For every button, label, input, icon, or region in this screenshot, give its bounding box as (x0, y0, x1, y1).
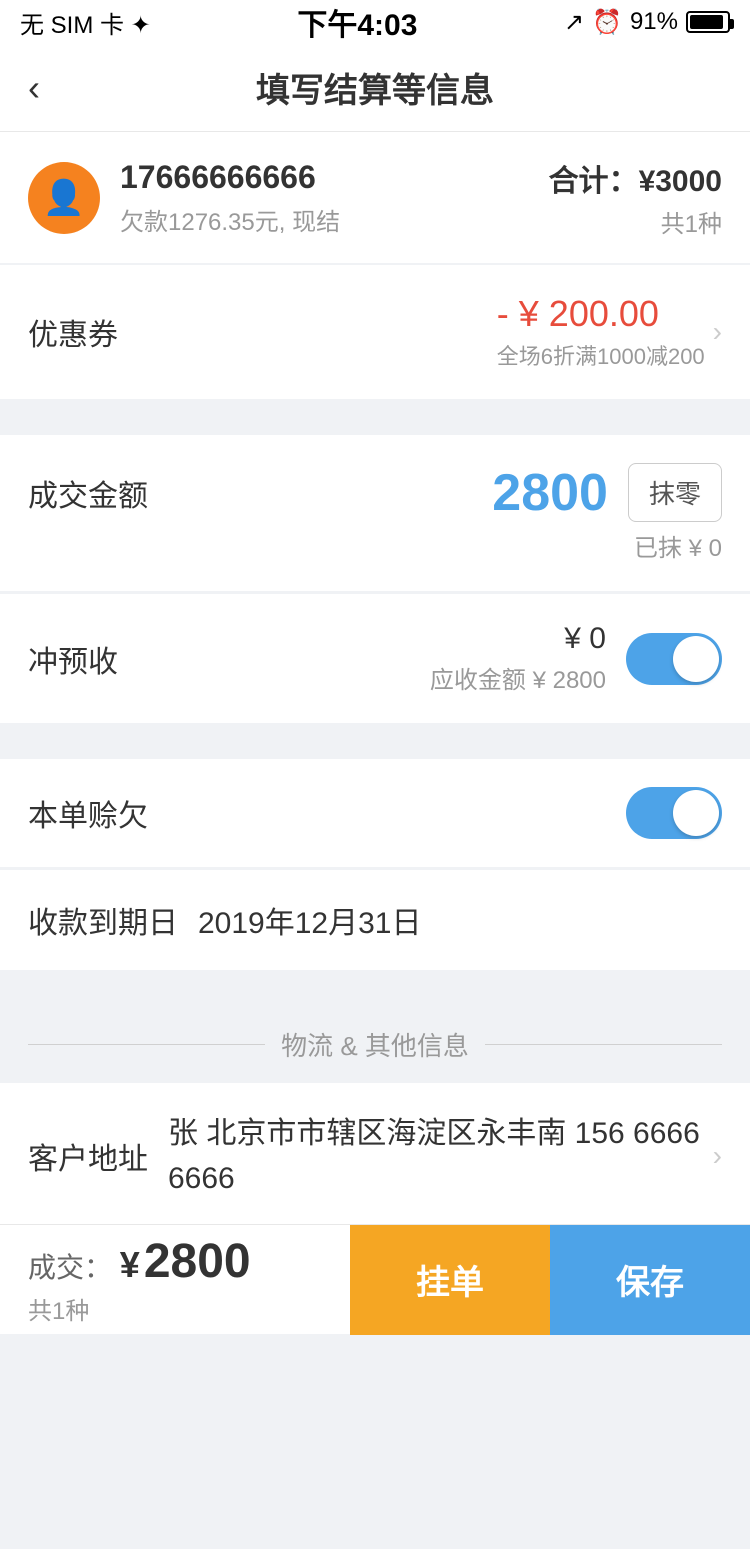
coupon-chevron-icon: › (713, 316, 722, 348)
prepay-right: ¥ 0 应收金额 ¥ 2800 (430, 622, 722, 695)
deal-section: 成交金额 2800 抹零 已抹 ¥ 0 (0, 435, 750, 591)
battery-percent: 91% (630, 8, 678, 36)
bottom-bar: 成交： ¥2800 共1种 挂单 保存 (0, 1224, 750, 1334)
user-card: 👤 17666666666 欠款1276.35元, 现结 合计：¥3000 共1… (0, 132, 750, 263)
nav-bar: ‹ 填写结算等信息 (0, 44, 750, 132)
user-phone: 17666666666 (120, 159, 340, 196)
coupon-label: 优惠券 (28, 310, 118, 354)
divider-line-right (485, 1044, 722, 1045)
coupon-info: - ¥ 200.00 全场6折满1000减200 (497, 293, 705, 371)
content-area: 👤 17666666666 欠款1276.35元, 现结 合计：¥3000 共1… (0, 132, 750, 1549)
user-left: 👤 17666666666 欠款1276.35元, 现结 (28, 159, 340, 237)
address-chevron-icon: › (713, 1140, 722, 1172)
bottom-count: 共1种 (28, 1291, 322, 1326)
prepay-sub: 应收金额 ¥ 2800 (430, 660, 606, 695)
battery-icon (686, 11, 730, 33)
avatar-icon: 👤 (43, 178, 85, 218)
bottom-summary: 成交： ¥2800 共1种 (0, 1234, 350, 1326)
total-label: 合计： (549, 165, 639, 198)
logistics-label: 物流 & 其他信息 (281, 1026, 469, 1063)
debit-section: 本单赊欠 (0, 759, 750, 867)
debit-label: 本单赊欠 (28, 791, 148, 835)
prepay-label: 冲预收 (28, 637, 118, 681)
total-amount: 合计：¥3000 (549, 156, 722, 200)
coupon-row[interactable]: 优惠券 - ¥ 200.00 全场6折满1000减200 › (0, 265, 750, 399)
battery-fill (690, 15, 723, 29)
address-section[interactable]: 客户地址 张 北京市市辖区海淀区永丰南 156 6666 6666 › (0, 1083, 750, 1229)
gray-divider-2 (0, 723, 750, 743)
bottom-amount: 2800 (144, 1235, 251, 1288)
bottom-deal-row: 成交： ¥2800 (28, 1234, 322, 1289)
status-time: 下午4:03 (297, 0, 417, 44)
prepay-value-block: ¥ 0 应收金额 ¥ 2800 (430, 622, 606, 695)
total-count: 共1种 (549, 204, 722, 239)
coupon-right: - ¥ 200.00 全场6折满1000减200 › (497, 293, 722, 371)
back-button[interactable]: ‹ (28, 67, 40, 109)
status-bar: 无 SIM 卡 ✦ 下午4:03 ↗ ⏰ 91% (0, 0, 750, 44)
debit-toggle-knob (673, 790, 719, 836)
status-left: 无 SIM 卡 ✦ (20, 5, 151, 40)
prepay-row: 冲预收 ¥ 0 应收金额 ¥ 2800 (28, 622, 722, 695)
coupon-desc: 全场6折满1000减200 (497, 339, 705, 371)
hang-order-button[interactable]: 挂单 (350, 1225, 550, 1335)
due-date-label: 收款到期日 (28, 898, 178, 942)
status-right: ↗ ⏰ 91% (564, 8, 730, 37)
round-zero-button[interactable]: 抹零 (628, 463, 722, 522)
address-content: 张 北京市市辖区海淀区永丰南 156 6666 6666 (168, 1111, 713, 1201)
divider-line-left (28, 1044, 265, 1045)
user-total: 合计：¥3000 共1种 (549, 156, 722, 239)
alarm-icon: ⏰ (592, 8, 622, 37)
prepay-amount: ¥ 0 (430, 622, 606, 656)
prepay-section: 冲预收 ¥ 0 应收金额 ¥ 2800 (0, 593, 750, 723)
bottom-currency: ¥ (120, 1244, 140, 1285)
due-date-section: 收款到期日 2019年12月31日 (0, 869, 750, 970)
deal-value-area: 2800 抹零 (492, 463, 722, 522)
debit-toggle[interactable] (626, 787, 722, 839)
user-info: 17666666666 欠款1276.35元, 现结 (120, 159, 340, 237)
coupon-amount: - ¥ 200.00 (497, 293, 705, 335)
address-label: 客户地址 (28, 1134, 148, 1178)
prepay-toggle[interactable] (626, 633, 722, 685)
page-title: 填写结算等信息 (256, 63, 494, 112)
due-date-value: 2019年12月31日 (198, 898, 421, 942)
location-icon: ↗ (564, 8, 584, 37)
toggle-knob (673, 636, 719, 682)
sim-status: 无 SIM 卡 ✦ (20, 5, 151, 40)
deal-amount-label: 成交金额 (28, 471, 148, 515)
deal-amount-value: 2800 (492, 467, 608, 519)
avatar: 👤 (28, 162, 100, 234)
deal-sub: 已抹 ¥ 0 (28, 528, 722, 563)
gray-divider-1 (0, 415, 750, 435)
total-value: ¥3000 (639, 165, 722, 198)
bottom-deal-label: 成交： (28, 1252, 112, 1283)
user-debt: 欠款1276.35元, 现结 (120, 202, 340, 237)
deal-row: 成交金额 2800 抹零 (28, 463, 722, 522)
save-button[interactable]: 保存 (550, 1225, 750, 1335)
logistics-divider: 物流 & 其他信息 (0, 1006, 750, 1083)
gray-divider-3 (0, 970, 750, 990)
